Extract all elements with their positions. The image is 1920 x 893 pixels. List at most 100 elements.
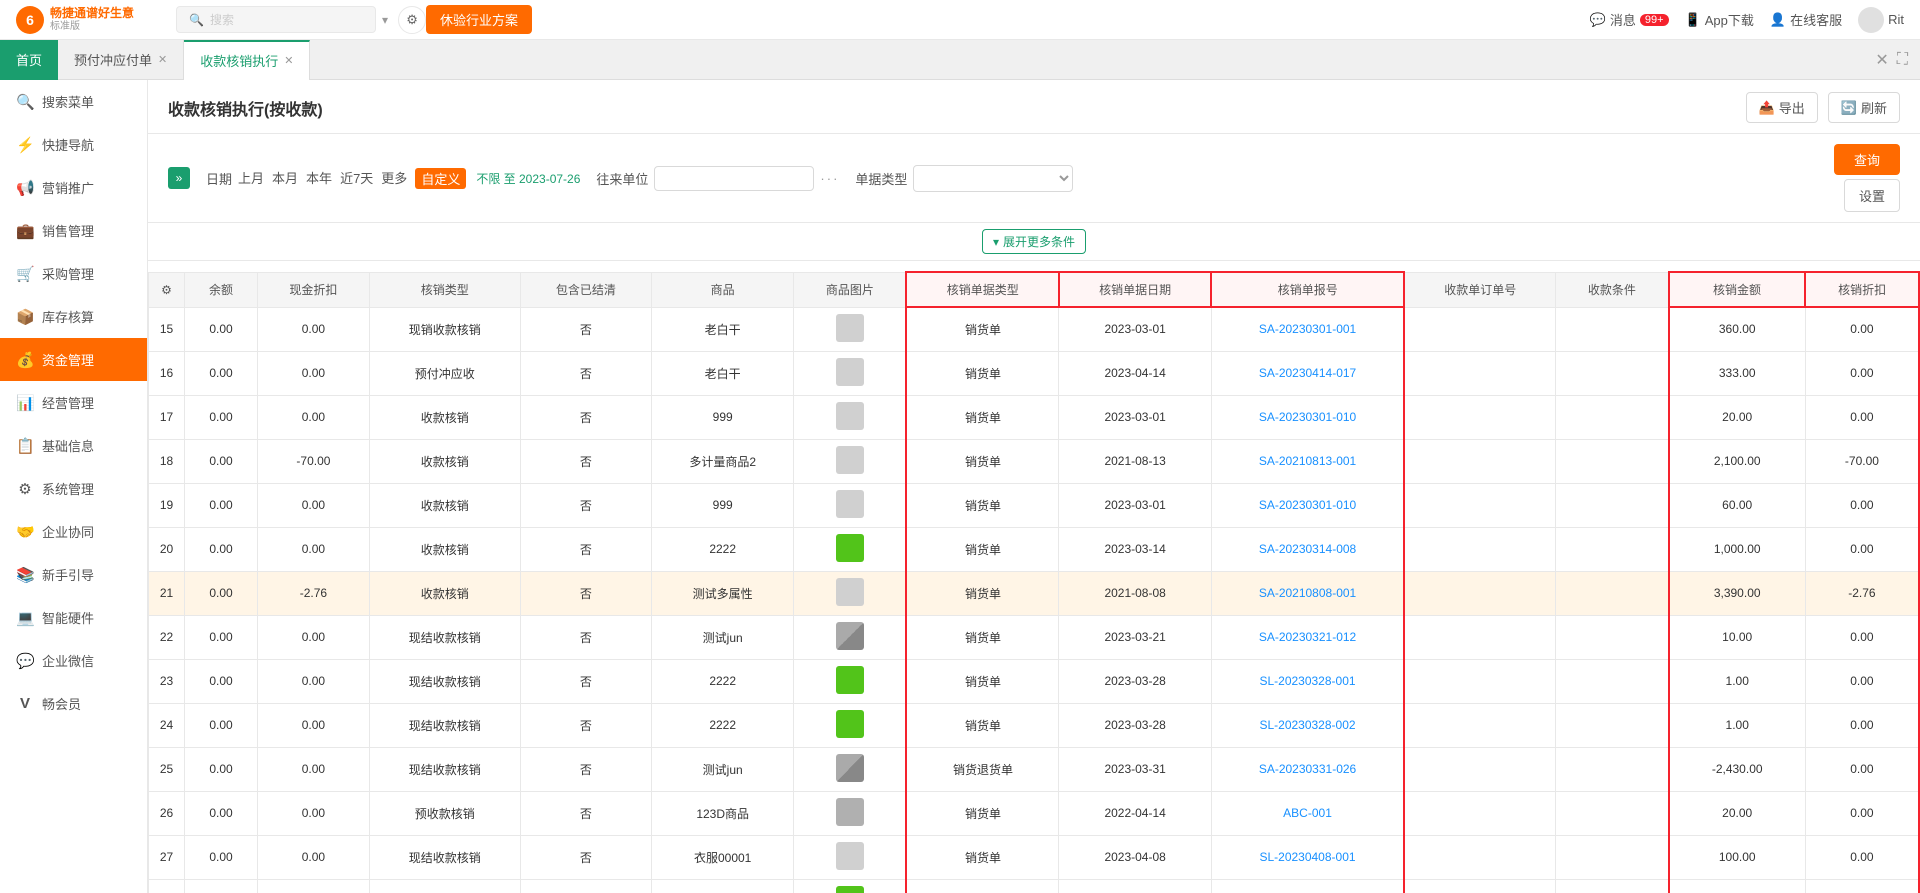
dropdown-arrow[interactable]: ▾ bbox=[382, 13, 388, 27]
bill-report-no-link[interactable]: SL-20230408-001 bbox=[1259, 850, 1355, 864]
td-balance: 0.00 bbox=[185, 879, 258, 893]
message-icon: 💬 bbox=[1590, 12, 1606, 28]
last-7-days-link[interactable]: 近7天 bbox=[340, 168, 373, 189]
bill-report-no-link[interactable]: SA-20210808-001 bbox=[1259, 586, 1356, 600]
sidebar-item-marketing[interactable]: 📢 营销推广 bbox=[0, 166, 147, 209]
td-cash-discount: 0.00 bbox=[257, 307, 369, 351]
td-receipt-order-no bbox=[1404, 791, 1556, 835]
bill-report-no-link[interactable]: SA-20210813-001 bbox=[1259, 454, 1356, 468]
td-settled: 否 bbox=[520, 747, 651, 791]
setting-button[interactable]: 设置 bbox=[1844, 179, 1900, 212]
export-button[interactable]: 📤 导出 bbox=[1746, 92, 1818, 123]
sidebar-item-inventory[interactable]: 📦 库存核算 bbox=[0, 295, 147, 338]
sidebar-item-purchase[interactable]: 🛒 采购管理 bbox=[0, 252, 147, 295]
td-bill-report-no: SL-20230418-001 bbox=[1211, 879, 1404, 893]
sidebar-item-wechat[interactable]: 💬 企业微信 bbox=[0, 639, 147, 682]
guide-icon: 📚 bbox=[16, 566, 34, 584]
industry-btn[interactable]: 休验行业方案 bbox=[426, 5, 532, 34]
td-bill-report-no: SA-20230314-008 bbox=[1211, 527, 1404, 571]
sidebar-item-system-label: 系统管理 bbox=[42, 479, 94, 498]
prepay-close-icon[interactable]: ✕ bbox=[158, 53, 167, 66]
td-settled: 否 bbox=[520, 439, 651, 483]
td-bill-report-type: 销货单 bbox=[906, 703, 1058, 747]
user-info[interactable]: Rit bbox=[1858, 7, 1904, 33]
th-cash-discount: 现金折扣 bbox=[257, 272, 369, 307]
td-bill-report-type: 销货退货单 bbox=[906, 747, 1058, 791]
sidebar-item-basic-info[interactable]: 📋 基础信息 bbox=[0, 424, 147, 467]
sidebar-item-member[interactable]: V 畅会员 bbox=[0, 682, 147, 725]
sidebar-item-collaboration-label: 企业协同 bbox=[42, 522, 94, 541]
filter-bar: » 日期 上月 本月 本年 近7天 更多 自定义 不限 至 2023-07-26… bbox=[148, 134, 1920, 223]
gear-button[interactable]: ⚙ bbox=[398, 6, 426, 34]
bill-report-no-link[interactable]: SA-20230301-010 bbox=[1259, 498, 1356, 512]
filter-expand-btn[interactable]: » bbox=[168, 167, 190, 189]
td-receipt-order-no bbox=[1404, 615, 1556, 659]
online-service-btn[interactable]: 👤 在线客服 bbox=[1770, 10, 1842, 29]
query-button[interactable]: 查询 bbox=[1834, 144, 1900, 175]
close-all-icon[interactable]: ✕ bbox=[1875, 50, 1888, 70]
sidebar-item-search-label: 搜索菜单 bbox=[42, 92, 94, 111]
tab-prepay[interactable]: 预付冲应付单 ✕ bbox=[58, 40, 184, 80]
sidebar-item-management[interactable]: 📊 经营管理 bbox=[0, 381, 147, 424]
td-bill-report-type: 销货单 bbox=[906, 439, 1058, 483]
basic-info-icon: 📋 bbox=[16, 437, 34, 455]
counterpart-input[interactable] bbox=[654, 166, 814, 191]
td-bill-report-no: SA-20230301-010 bbox=[1211, 395, 1404, 439]
table-row: 22 0.00 0.00 现结收款核销 否 测试jun 销货单 2023-03-… bbox=[149, 615, 1920, 659]
td-goods: 老白干 bbox=[652, 307, 794, 351]
sidebar-item-guide-label: 新手引导 bbox=[42, 565, 94, 584]
message-label: 消息 bbox=[1610, 10, 1636, 29]
td-bill-report-date: 2023-03-28 bbox=[1059, 659, 1211, 703]
sidebar-item-system[interactable]: ⚙ 系统管理 bbox=[0, 467, 147, 510]
td-settled: 否 bbox=[520, 483, 651, 527]
sales-icon: 💼 bbox=[16, 222, 34, 240]
td-balance: 0.00 bbox=[185, 351, 258, 395]
bill-report-no-link[interactable]: SA-20230314-008 bbox=[1259, 542, 1356, 556]
table-row: 26 0.00 0.00 预收款核销 否 123D商品 销货单 2022-04-… bbox=[149, 791, 1920, 835]
bill-report-no-link[interactable]: SA-20230301-001 bbox=[1259, 322, 1356, 336]
app-download-btn[interactable]: 📱 App下载 bbox=[1685, 10, 1754, 29]
td-balance: 0.00 bbox=[185, 439, 258, 483]
search-bar[interactable]: 🔍 搜索 bbox=[176, 6, 376, 33]
sidebar-item-collaboration[interactable]: 🤝 企业协同 bbox=[0, 510, 147, 553]
th-settings[interactable]: ⚙ bbox=[149, 272, 185, 307]
refresh-button[interactable]: 🔄 刷新 bbox=[1828, 92, 1900, 123]
expand-more-btn[interactable]: ▾ 展开更多条件 bbox=[982, 229, 1086, 254]
bill-report-no-link[interactable]: SL-20230328-002 bbox=[1259, 718, 1355, 732]
last-month-link[interactable]: 上月 bbox=[238, 168, 264, 189]
sidebar-item-search[interactable]: 🔍 搜索菜单 bbox=[0, 80, 147, 123]
bill-report-no-link[interactable]: SA-20230414-017 bbox=[1259, 366, 1356, 380]
sidebar-item-sales[interactable]: 💼 销售管理 bbox=[0, 209, 147, 252]
this-month-link[interactable]: 本月 bbox=[272, 168, 298, 189]
bill-report-no-link[interactable]: SA-20230331-026 bbox=[1259, 762, 1356, 776]
message-btn[interactable]: 💬 消息 99+ bbox=[1590, 10, 1669, 29]
td-cancel-amount: 10.00 bbox=[1669, 615, 1806, 659]
bill-report-no-link[interactable]: SA-20230321-012 bbox=[1259, 630, 1356, 644]
more-date-link[interactable]: 更多 bbox=[381, 168, 407, 189]
bill-report-no-link[interactable]: SL-20230328-001 bbox=[1259, 674, 1355, 688]
sidebar-item-finance[interactable]: 💰 资金管理 bbox=[0, 338, 147, 381]
tab-current[interactable]: 收款核销执行 ✕ bbox=[184, 40, 310, 80]
sidebar-item-shortcuts[interactable]: ⚡ 快捷导航 bbox=[0, 123, 147, 166]
td-id: 18 bbox=[149, 439, 185, 483]
tab-home[interactable]: 首页 bbox=[0, 40, 58, 80]
table-container[interactable]: ⚙ 余额 现金折扣 核销类型 包含已结清 商品 商品图片 核销单据类型 核销单据… bbox=[148, 261, 1920, 893]
bill-report-no-link[interactable]: SA-20230301-010 bbox=[1259, 410, 1356, 424]
td-cancel-discount: 0.00 bbox=[1805, 879, 1919, 893]
sidebar-item-hardware[interactable]: 💻 智能硬件 bbox=[0, 596, 147, 639]
td-bill-report-no: SA-20230331-026 bbox=[1211, 747, 1404, 791]
bill-report-no-link[interactable]: ABC-001 bbox=[1283, 806, 1332, 820]
member-icon: V bbox=[16, 695, 34, 712]
search-menu-icon: 🔍 bbox=[16, 93, 34, 111]
bill-type-select[interactable] bbox=[913, 165, 1073, 192]
maximize-icon[interactable]: ⛶ bbox=[1897, 51, 1908, 69]
online-service-label: 在线客服 bbox=[1790, 10, 1842, 29]
custom-date-link[interactable]: 自定义 bbox=[415, 168, 466, 189]
td-cash-discount: 0.00 bbox=[257, 395, 369, 439]
td-bill-report-date: 2023-03-01 bbox=[1059, 307, 1211, 351]
this-year-link[interactable]: 本年 bbox=[306, 168, 332, 189]
current-close-icon[interactable]: ✕ bbox=[284, 54, 293, 67]
purchase-icon: 🛒 bbox=[16, 265, 34, 283]
table-row: 20 0.00 0.00 收款核销 否 2222 销货单 2023-03-14 … bbox=[149, 527, 1920, 571]
sidebar-item-guide[interactable]: 📚 新手引导 bbox=[0, 553, 147, 596]
